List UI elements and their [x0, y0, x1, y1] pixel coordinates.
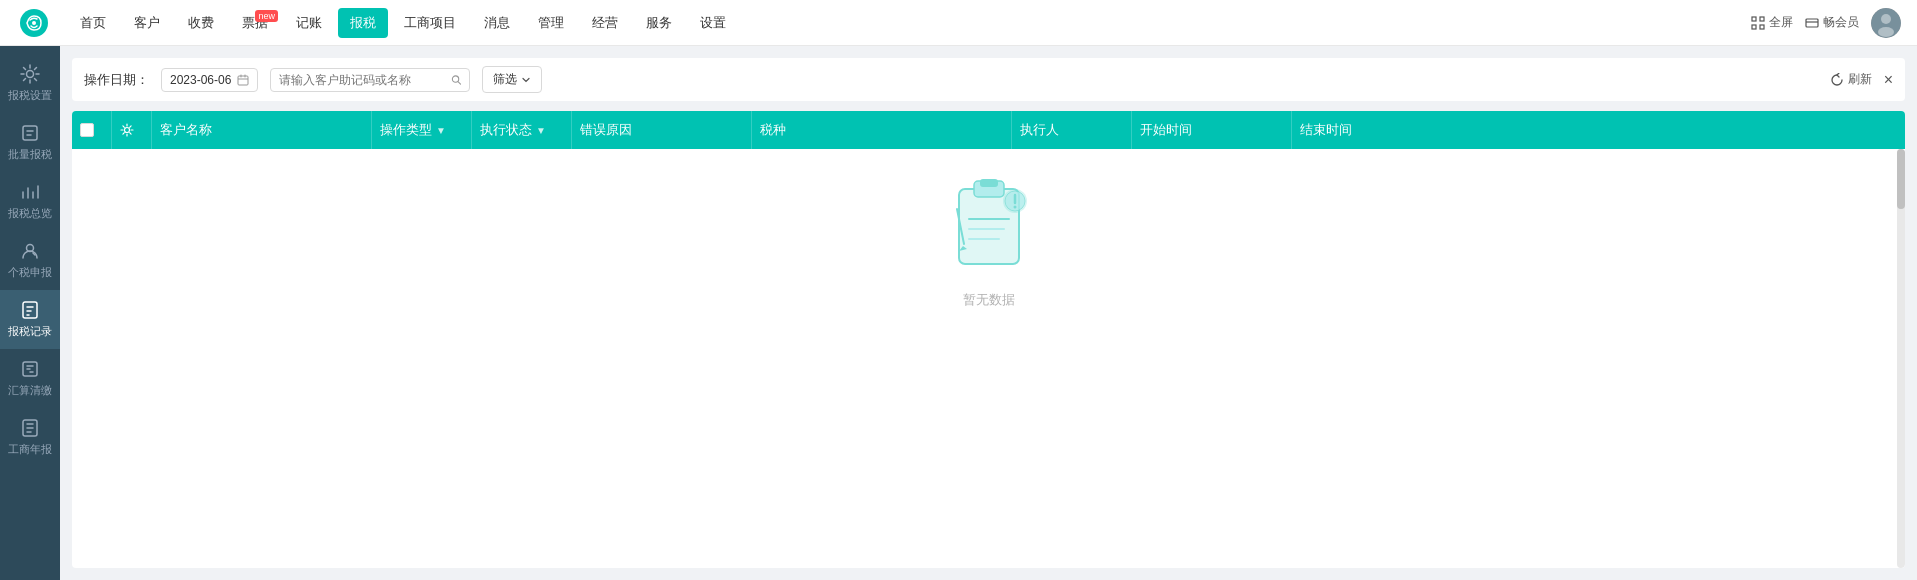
fullscreen-button[interactable]: 全屏	[1751, 14, 1793, 31]
app-logo[interactable]	[16, 5, 52, 41]
sidebar-item-tax-overview[interactable]: 报税总览	[0, 172, 60, 231]
search-input[interactable]	[279, 73, 444, 87]
table-body-area: 暂无数据	[72, 149, 1905, 568]
nav-service[interactable]: 服务	[634, 8, 684, 38]
refresh-icon	[1830, 73, 1844, 87]
th-tax-type: 税种	[752, 111, 1012, 149]
svg-point-10	[27, 71, 34, 78]
sidebar-label-annual-report: 工商年报	[8, 442, 52, 457]
date-picker[interactable]: 2023-06-06	[161, 68, 258, 92]
sidebar-label-calc-pay: 汇算清缴	[8, 383, 52, 398]
avatar[interactable]	[1871, 8, 1901, 38]
top-nav: 首页 客户 收费 票据 new 记账 报税 工商项目 消息 管理 经营	[0, 0, 1917, 46]
th-operation-type[interactable]: 操作类型 ▼	[372, 111, 472, 149]
table-header: 客户名称 操作类型 ▼ 执行状态 ▼ 错误原因 税种 执行人	[72, 111, 1905, 149]
th-executor: 执行人	[1012, 111, 1132, 149]
sidebar-item-tax-records[interactable]: 报税记录	[0, 290, 60, 349]
sidebar-item-batch-tax[interactable]: 批量报税	[0, 113, 60, 172]
empty-text: 暂无数据	[963, 291, 1015, 309]
nav-tax[interactable]: 报税	[338, 8, 388, 38]
th-end-time: 结束时间	[1292, 111, 1452, 149]
nav-settings[interactable]: 设置	[688, 8, 738, 38]
svg-point-8	[1881, 14, 1891, 24]
svg-rect-16	[238, 76, 248, 85]
new-badge: new	[255, 10, 278, 22]
settings-icon	[120, 123, 134, 137]
toolbar: 操作日期： 2023-06-06 筛选	[72, 58, 1905, 101]
svg-rect-21	[980, 179, 998, 187]
svg-point-18	[125, 128, 130, 133]
nav-business[interactable]: 工商项目	[392, 8, 468, 38]
sidebar-label-tax-settings: 报税设置	[8, 88, 52, 103]
sidebar-label-tax-records: 报税记录	[8, 324, 52, 339]
sidebar-label-batch-tax: 批量报税	[8, 147, 52, 162]
th-start-time: 开始时间	[1132, 111, 1292, 149]
svg-point-9	[1878, 27, 1894, 37]
nav-collection[interactable]: 收费	[176, 8, 226, 38]
th-customer-name: 客户名称	[152, 111, 372, 149]
empty-illustration	[939, 169, 1039, 279]
svg-point-17	[452, 75, 458, 81]
svg-rect-3	[1760, 17, 1764, 21]
sidebar-item-annual-report[interactable]: 工商年报	[0, 408, 60, 467]
sort-icon-2: ▼	[536, 125, 546, 136]
empty-state: 暂无数据	[939, 169, 1039, 309]
top-nav-right: 全屏 畅会员	[1751, 8, 1901, 38]
nav-account[interactable]: 记账	[284, 8, 334, 38]
fullscreen-label: 全屏	[1769, 14, 1793, 31]
calendar-icon	[237, 74, 249, 86]
member-button[interactable]: 畅会员	[1805, 14, 1859, 31]
sidebar-label-personal-tax: 个税申报	[8, 265, 52, 280]
th-checkbox[interactable]	[72, 111, 112, 149]
th-settings[interactable]	[112, 111, 152, 149]
date-label: 操作日期：	[84, 71, 149, 89]
refresh-label: 刷新	[1848, 71, 1872, 88]
sidebar: 报税设置 批量报税 报税总览 个税申报	[0, 46, 60, 580]
svg-rect-6	[1806, 19, 1818, 27]
svg-rect-13	[23, 302, 37, 318]
main-layout: 报税设置 批量报税 报税总览 个税申报	[0, 46, 1917, 580]
sidebar-item-personal-tax[interactable]: 个税申报	[0, 231, 60, 290]
search-box[interactable]	[270, 68, 470, 92]
toolbar-right: 刷新 ×	[1830, 71, 1893, 89]
sidebar-item-tax-settings[interactable]: 报税设置	[0, 54, 60, 113]
close-button[interactable]: ×	[1884, 71, 1893, 89]
svg-rect-5	[1760, 25, 1764, 29]
nav-invoice[interactable]: 票据 new	[230, 8, 280, 38]
scrollbar-thumb[interactable]	[1897, 149, 1905, 209]
svg-rect-4	[1752, 25, 1756, 29]
th-exec-status[interactable]: 执行状态 ▼	[472, 111, 572, 149]
filter-button[interactable]: 筛选	[482, 66, 542, 93]
scrollbar[interactable]	[1897, 149, 1905, 568]
table-empty-state: 暂无数据	[72, 149, 1905, 329]
table-container: 客户名称 操作类型 ▼ 执行状态 ▼ 错误原因 税种 执行人	[72, 111, 1905, 568]
search-icon	[451, 74, 462, 86]
member-label: 畅会员	[1823, 14, 1859, 31]
nav-message[interactable]: 消息	[472, 8, 522, 38]
header-checkbox[interactable]	[80, 123, 94, 137]
nav-customer[interactable]: 客户	[122, 8, 172, 38]
nav-management[interactable]: 管理	[526, 8, 576, 38]
svg-point-1	[32, 21, 36, 25]
svg-point-28	[1013, 206, 1016, 209]
svg-rect-2	[1752, 17, 1756, 21]
main-nav: 首页 客户 收费 票据 new 记账 报税 工商项目 消息 管理 经营	[68, 8, 1751, 38]
refresh-button[interactable]: 刷新	[1830, 71, 1872, 88]
sort-icon: ▼	[436, 125, 446, 136]
th-error-reason: 错误原因	[572, 111, 752, 149]
nav-home[interactable]: 首页	[68, 8, 118, 38]
date-value: 2023-06-06	[170, 73, 231, 87]
nav-operation[interactable]: 经营	[580, 8, 630, 38]
svg-rect-11	[23, 126, 37, 140]
sidebar-item-calc-pay[interactable]: 汇算清缴	[0, 349, 60, 408]
sidebar-label-tax-overview: 报税总览	[8, 206, 52, 221]
content-area: 操作日期： 2023-06-06 筛选	[60, 46, 1917, 580]
chevron-down-icon	[521, 75, 531, 85]
